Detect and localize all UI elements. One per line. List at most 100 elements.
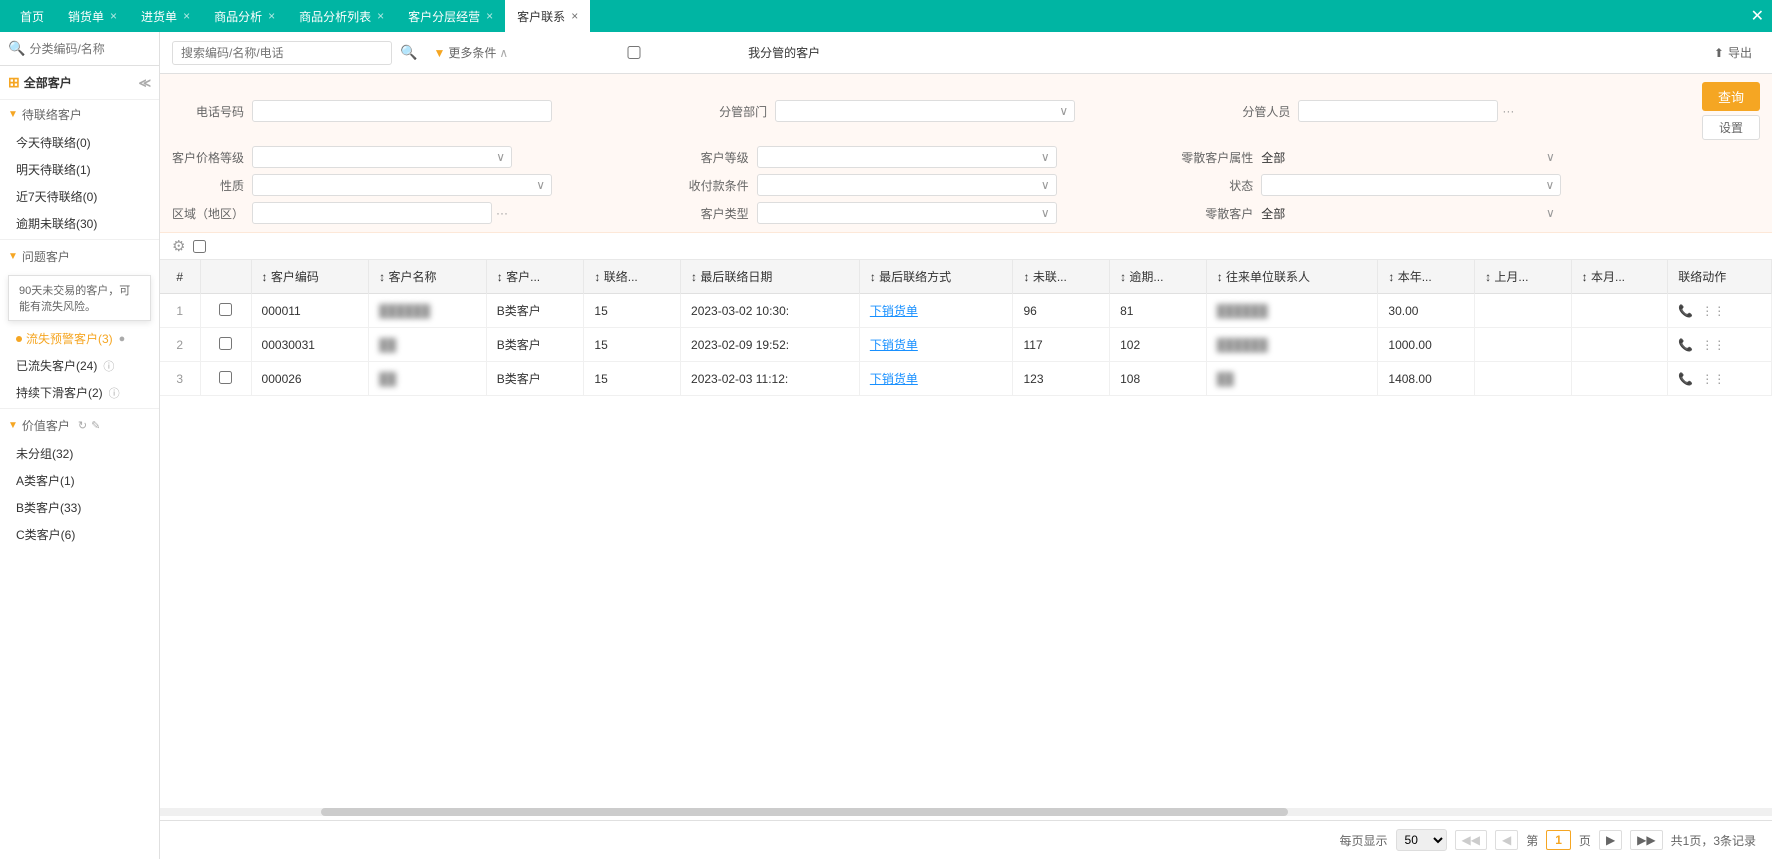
settings-button[interactable]: 设置 xyxy=(1702,115,1760,140)
col-not-contacted[interactable]: ↕ 未联... xyxy=(1013,260,1110,294)
scrollbar-thumb[interactable] xyxy=(321,808,1288,816)
cell-checkbox[interactable] xyxy=(200,328,251,362)
filter-input-region[interactable] xyxy=(252,202,492,224)
col-this-year[interactable]: ↕ 本年... xyxy=(1378,260,1475,294)
phone-icon[interactable]: 📞 xyxy=(1678,304,1693,318)
sidebar-group-pending[interactable]: ▼ 待联络客户 xyxy=(0,100,159,129)
close-window-btn[interactable]: ✕ xyxy=(1751,6,1764,26)
cell-last-method[interactable]: 下销货单 xyxy=(859,362,1013,396)
more-icon[interactable]: ⋮⋮ xyxy=(1701,338,1725,352)
sidebar-item-7days[interactable]: 近7天待联络(0) xyxy=(0,183,159,210)
sidebar-item-declining[interactable]: 持续下滑客户(2) ⓘ xyxy=(0,379,159,406)
export-button[interactable]: ⬆ 导出 xyxy=(1706,40,1760,65)
select-all-checkbox[interactable] xyxy=(193,240,206,253)
filter-select-price-level[interactable]: ∨ xyxy=(252,146,512,168)
filter-select-payment[interactable]: ∨ xyxy=(757,174,1057,196)
sidebar-item-churned[interactable]: 已流失客户(24) ⓘ xyxy=(0,352,159,379)
my-customers-checkbox[interactable] xyxy=(524,46,744,59)
cell-name: ██ xyxy=(369,362,487,396)
col-overdue[interactable]: ↕ 逾期... xyxy=(1110,260,1207,294)
cell-last-method[interactable]: 下销货单 xyxy=(859,294,1013,328)
col-last-method[interactable]: ↕ 最后联络方式 xyxy=(859,260,1013,294)
sidebar-group-value[interactable]: ▼ 价值客户 ↻ ✎ xyxy=(0,411,159,440)
cell-checkbox[interactable] xyxy=(200,362,251,396)
filter-select-status[interactable]: ∨ xyxy=(1261,174,1561,196)
last-page-button[interactable]: ▶▶ xyxy=(1630,830,1662,850)
sidebar-item-tomorrow[interactable]: 明天待联络(1) xyxy=(0,156,159,183)
cell-last-method[interactable]: 下销货单 xyxy=(859,328,1013,362)
filter-input-phone[interactable] xyxy=(252,100,552,122)
cell-action[interactable]: 📞 ⋮⋮ xyxy=(1668,294,1772,328)
filter-select-retail-customer[interactable]: ∨ xyxy=(1540,203,1640,223)
export-icon: ⬆ xyxy=(1714,46,1724,60)
close-customer-contact[interactable]: × xyxy=(571,9,578,23)
arrow-icon-problem: ▼ xyxy=(8,251,18,262)
my-customers-filter[interactable]: 我分管的客户 xyxy=(524,44,820,61)
col-last-month[interactable]: ↕ 上月... xyxy=(1475,260,1572,294)
sidebar-item-today[interactable]: 今天待联络(0) xyxy=(0,129,159,156)
close-sales-order[interactable]: × xyxy=(110,9,117,23)
search-input[interactable] xyxy=(172,41,392,65)
col-this-month[interactable]: ↕ 本月... xyxy=(1571,260,1668,294)
sidebar-item-ungrouped[interactable]: 未分组(32) xyxy=(0,440,159,467)
filter-dots-person[interactable]: ··· xyxy=(1498,104,1518,118)
close-product-analysis[interactable]: × xyxy=(268,9,275,23)
edit-icon-value[interactable]: ✎ xyxy=(91,419,100,432)
nav-sales-order[interactable]: 销货单 × xyxy=(56,0,129,32)
cell-checkbox[interactable] xyxy=(200,294,251,328)
first-page-button[interactable]: ◀◀ xyxy=(1455,830,1487,850)
cell-last-date: 2023-02-03 11:12: xyxy=(681,362,860,396)
close-purchase-order[interactable]: × xyxy=(183,9,190,23)
nav-product-analysis-list[interactable]: 商品分析列表 × xyxy=(287,0,396,32)
nav-customer-layered[interactable]: 客户分层经营 × xyxy=(396,0,505,32)
sidebar-item-churn-warning[interactable]: 流失预警客户(3) ● xyxy=(0,325,159,352)
col-contact[interactable]: ↕ 联络... xyxy=(584,260,681,294)
horizontal-scrollbar[interactable] xyxy=(160,808,1772,816)
table-settings-icon[interactable]: ⚙ xyxy=(172,237,185,255)
sidebar-item-class-c[interactable]: C类客户(6) xyxy=(0,521,159,548)
next-page-button[interactable]: ▶ xyxy=(1599,830,1622,850)
collapse-icon[interactable]: ≪ xyxy=(138,76,151,90)
filter-select-dept[interactable]: ∨ xyxy=(775,100,1075,122)
col-type[interactable]: ↕ 客户... xyxy=(486,260,584,294)
col-name[interactable]: ↕ 客户名称 xyxy=(369,260,487,294)
refresh-icon-value[interactable]: ↻ xyxy=(78,419,87,432)
filter-input-person[interactable] xyxy=(1298,100,1498,122)
more-icon[interactable]: ⋮⋮ xyxy=(1701,372,1725,386)
cell-action[interactable]: 📞 ⋮⋮ xyxy=(1668,362,1772,396)
nav-product-analysis[interactable]: 商品分析 × xyxy=(202,0,287,32)
nav-home[interactable]: 首页 xyxy=(8,0,56,32)
sidebar-item-class-a[interactable]: A类客户(1) xyxy=(0,467,159,494)
filter-button[interactable]: ▼ 更多条件 ∧ xyxy=(425,40,516,65)
filter-select-nature[interactable]: ∨ xyxy=(252,174,552,196)
per-page-select[interactable]: 50 100 xyxy=(1396,829,1447,851)
filter-dots-region[interactable]: ··· xyxy=(492,206,512,220)
prev-page-button[interactable]: ◀ xyxy=(1495,830,1518,850)
phone-icon[interactable]: 📞 xyxy=(1678,338,1693,352)
sidebar-all-customers[interactable]: ⊞ 全部客户 ≪ xyxy=(0,66,159,100)
col-contact-person[interactable]: ↕ 往来单位联系人 xyxy=(1206,260,1378,294)
filter-phone: 电话号码 xyxy=(172,100,648,122)
nav-customer-contact[interactable]: 客户联系 × xyxy=(505,0,590,32)
phone-icon[interactable]: 📞 xyxy=(1678,372,1693,386)
close-product-analysis-list[interactable]: × xyxy=(377,9,384,23)
sidebar-item-class-b[interactable]: B类客户(33) xyxy=(0,494,159,521)
col-code[interactable]: ↕ 客户编码 xyxy=(251,260,369,294)
sidebar-group-problem[interactable]: ▼ 问题客户 xyxy=(0,242,159,271)
cell-index: 3 xyxy=(160,362,200,396)
filter-row-3: 性质 ∨ 收付款条件 ∨ 状态 xyxy=(172,174,1760,196)
query-button[interactable]: 查询 xyxy=(1702,82,1760,111)
sidebar-item-overdue[interactable]: 逾期未联络(30) xyxy=(0,210,159,237)
filter-select-retail-attr[interactable]: ∨ xyxy=(1540,147,1640,167)
col-last-date[interactable]: ↕ 最后联络日期 xyxy=(681,260,860,294)
filter-panel: 电话号码 分管部门 ∨ 分管人员 ··· xyxy=(160,74,1772,233)
cell-action[interactable]: 📞 ⋮⋮ xyxy=(1668,328,1772,362)
cell-this-month xyxy=(1571,328,1668,362)
close-customer-layered[interactable]: × xyxy=(486,9,493,23)
filter-select-customer-type[interactable]: ∨ xyxy=(757,202,1057,224)
more-icon[interactable]: ⋮⋮ xyxy=(1701,304,1725,318)
filter-select-customer-level[interactable]: ∨ xyxy=(757,146,1057,168)
search-button[interactable]: 🔍 xyxy=(400,44,417,61)
sidebar-search-input[interactable] xyxy=(29,42,160,56)
nav-purchase-order[interactable]: 进货单 × xyxy=(129,0,202,32)
